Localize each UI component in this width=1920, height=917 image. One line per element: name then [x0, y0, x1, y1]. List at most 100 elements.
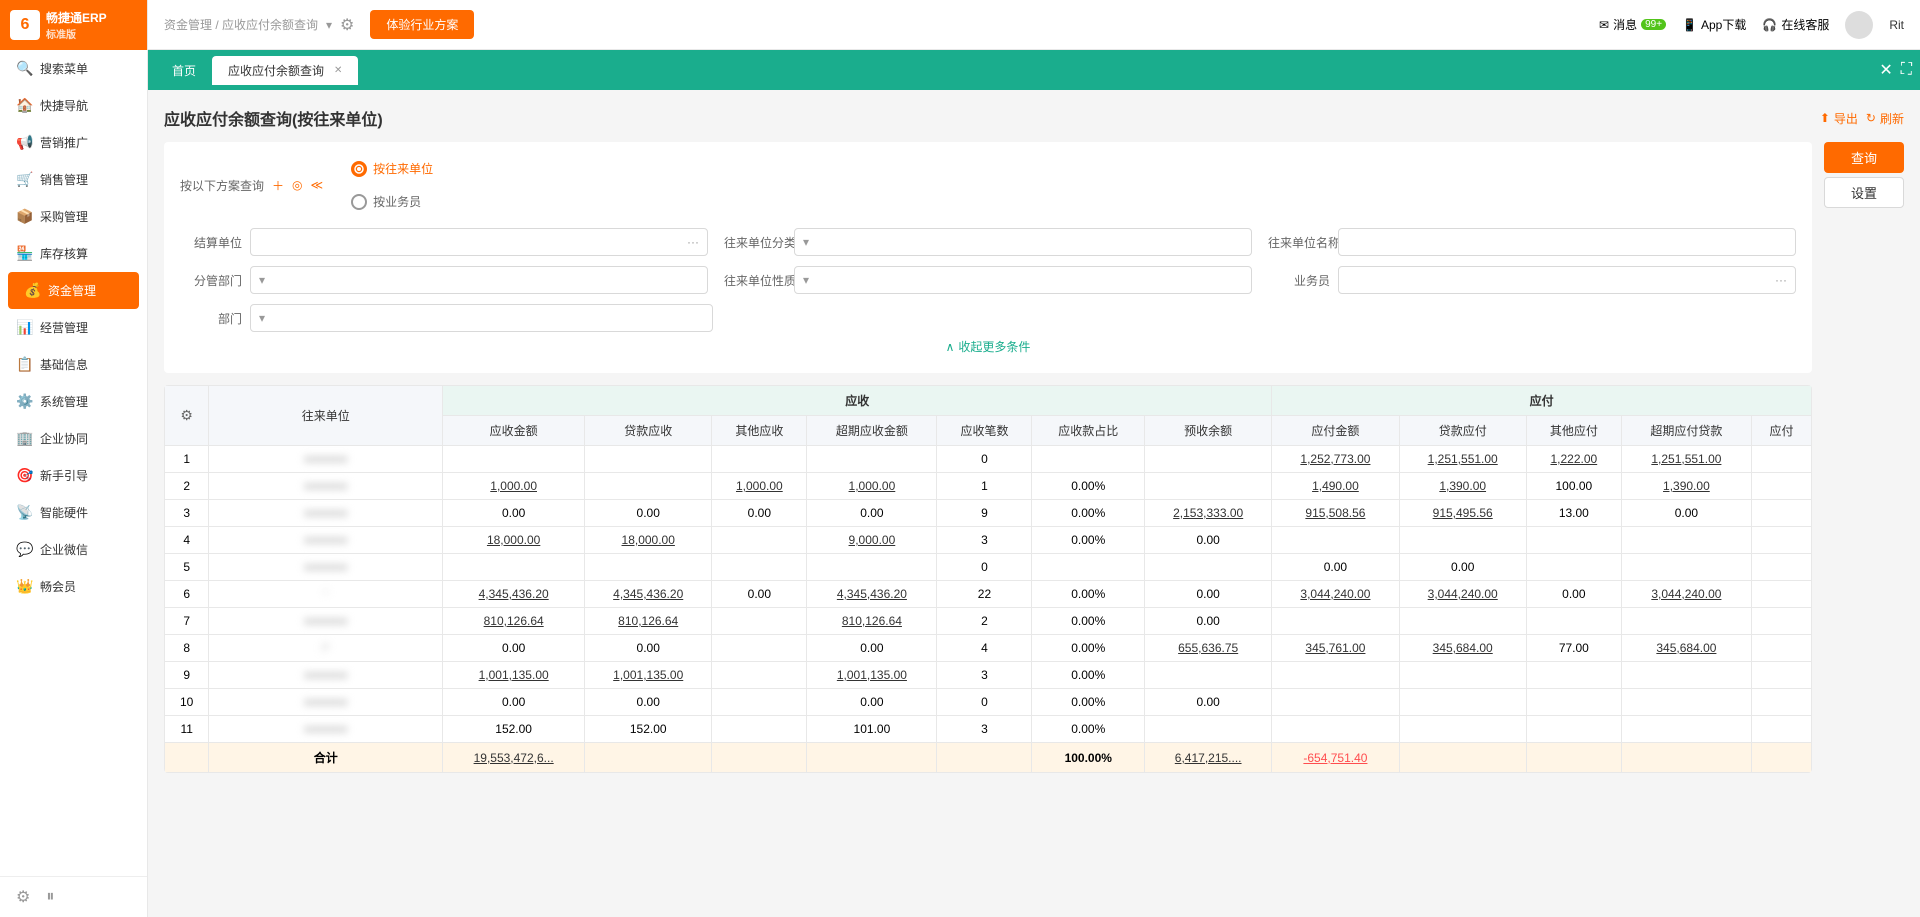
row-loan-receivable[interactable]: 4,345,436.20 [585, 581, 712, 608]
row-receivable-amount[interactable]: 18,000.00 [443, 527, 585, 554]
breadcrumb-dropdown-icon[interactable]: ▾ [326, 18, 332, 32]
settings-bottom-icon[interactable]: ⚙ [16, 887, 30, 907]
sidebar-item-enterprise[interactable]: 🏢 企业协同 [0, 420, 147, 457]
query-btn[interactable]: 查询 [1824, 142, 1904, 173]
sidebar-item-hardware[interactable]: 📡 智能硬件 [0, 494, 147, 531]
row-other-payable [1526, 554, 1621, 581]
row-overdue-payable[interactable]: 3,044,240.00 [1621, 581, 1751, 608]
filter-input-settlement[interactable]: ··· [250, 228, 708, 256]
table-row: 6^4,345,436.204,345,436.200.004,345,436.… [165, 581, 1812, 608]
row-overdue-receivable[interactable]: 4,345,436.20 [807, 581, 937, 608]
tab-bar-right: ✕ ⛶ [1879, 60, 1912, 80]
tab-close-icon[interactable]: ✕ [334, 65, 342, 76]
row-advance-balance[interactable]: 2,153,333.00 [1145, 500, 1272, 527]
app-download-btn[interactable]: 📱 App下载 [1682, 16, 1746, 33]
filter-select-subdept[interactable]: ▾ [250, 304, 713, 332]
user-avatar[interactable] [1845, 11, 1873, 39]
filter-collapse-btn[interactable]: ∧ 收起更多条件 [180, 332, 1796, 361]
filter-settings-icon[interactable]: ◎ [292, 178, 302, 192]
tab-home[interactable]: 首页 [156, 56, 212, 85]
row-payable-amount[interactable]: 345,761.00 [1272, 635, 1399, 662]
sidebar-item-member[interactable]: 👑 畅会员 [0, 568, 147, 605]
row-receivable-amount [443, 446, 585, 473]
row-num: 6 [165, 581, 209, 608]
row-loan-payable: 0.00 [1399, 554, 1526, 581]
row-receivable-amount[interactable]: 1,001,135.00 [443, 662, 585, 689]
sidebar-item-operation[interactable]: 📊 经营管理 [0, 309, 147, 346]
row-payable-amount[interactable]: 1,252,773.00 [1272, 446, 1399, 473]
filter-collapse-icon[interactable]: ≪ [311, 178, 324, 192]
row-loan-payable[interactable]: 1,390.00 [1399, 473, 1526, 500]
row-overdue-receivable[interactable]: 1,000.00 [807, 473, 937, 500]
sidebar-item-finance[interactable]: 💰 资金管理 [8, 272, 139, 309]
table-settings-icon[interactable]: ⚙ [180, 407, 193, 423]
sidebar-item-guide[interactable]: 🎯 新手引导 [0, 457, 147, 494]
sidebar-item-wechat[interactable]: 💬 企业微信 [0, 531, 147, 568]
row-payable-amount[interactable]: 1,490.00 [1272, 473, 1399, 500]
user-name[interactable]: Rit [1889, 18, 1904, 32]
row-receivable-amount[interactable]: 810,126.64 [443, 608, 585, 635]
filter-input-name[interactable] [1338, 228, 1796, 256]
row-overdue-receivable[interactable]: 810,126.64 [807, 608, 937, 635]
tab-fullscreen-icon[interactable]: ⛶ [1901, 61, 1912, 79]
row-other-receivable[interactable]: 1,000.00 [712, 473, 807, 500]
header-settings-icon[interactable]: ⚙ [340, 15, 354, 35]
online-service-btn[interactable]: 🎧 在线客服 [1762, 16, 1829, 33]
row-receivable-amount[interactable]: 1,000.00 [443, 473, 585, 500]
footer-advance-balance[interactable]: 6,417,215.... [1145, 743, 1272, 773]
sidebar-item-sales[interactable]: 🛒 销售管理 [0, 161, 147, 198]
set-btn[interactable]: 设置 [1824, 177, 1904, 208]
row-other-receivable [712, 689, 807, 716]
row-loan-payable[interactable]: 915,495.56 [1399, 500, 1526, 527]
row-other-payable: 13.00 [1526, 500, 1621, 527]
footer-payable-amount[interactable]: -654,751.40 [1272, 743, 1399, 773]
trial-btn[interactable]: 体验行业方案 [370, 10, 474, 39]
row-other-receivable [712, 527, 807, 554]
sidebar-item-purchase[interactable]: 📦 采购管理 [0, 198, 147, 235]
sub-menu-counterparty[interactable]: 按往来单位 [343, 154, 441, 183]
export-btn[interactable]: ⬆ 导出 [1820, 110, 1858, 127]
sidebar-item-basic[interactable]: 📋 基础信息 [0, 346, 147, 383]
tab-arbalance-label: 应收应付余额查询 [228, 62, 324, 79]
row-payable-amount[interactable]: 3,044,240.00 [1272, 581, 1399, 608]
sidebar-item-system[interactable]: ⚙️ 系统管理 [0, 383, 147, 420]
filter-input-salesperson[interactable]: ··· [1338, 266, 1796, 294]
sidebar-item-inventory[interactable]: 🏪 库存核算 [0, 235, 147, 272]
row-loan-payable[interactable]: 1,251,551.00 [1399, 446, 1526, 473]
sub-menu-counterparty-label: 按往来单位 [373, 160, 433, 177]
filter-select-nature[interactable]: ▾ [794, 266, 1252, 294]
row-receivable-amount[interactable]: 4,345,436.20 [443, 581, 585, 608]
footer-receivable-ratio: 100.00% [1032, 743, 1145, 773]
row-overdue-payable[interactable]: 1,251,551.00 [1621, 446, 1751, 473]
tab-close-window-icon[interactable]: ✕ [1879, 60, 1892, 80]
sidebar-item-quick-nav[interactable]: 🏠 快捷导航 [0, 87, 147, 124]
row-loan-receivable[interactable]: 1,001,135.00 [585, 662, 712, 689]
row-loan-payable[interactable]: 345,684.00 [1399, 635, 1526, 662]
row-overdue-receivable[interactable]: 9,000.00 [807, 527, 937, 554]
refresh-btn[interactable]: ↻ 刷新 [1866, 110, 1904, 127]
tab-arbalance[interactable]: 应收应付余额查询 ✕ [212, 56, 358, 85]
refresh-label: 刷新 [1880, 110, 1904, 127]
row-loan-payable[interactable]: 3,044,240.00 [1399, 581, 1526, 608]
filter-select-category[interactable]: ▾ [794, 228, 1252, 256]
sidebar-item-marketing[interactable]: 📢 营销推广 [0, 124, 147, 161]
collapse-sidebar-icon[interactable]: ⏸ [46, 888, 54, 906]
row-overdue-payable[interactable]: 1,390.00 [1621, 473, 1751, 500]
row-payable-amount[interactable]: 915,508.56 [1272, 500, 1399, 527]
filter-select-dept[interactable]: ▾ [250, 266, 708, 294]
footer-receivable-amount[interactable]: 19,553,472,6... [443, 743, 585, 773]
data-table: ⚙ 往来单位 应收 应付 应收金额 贷款应收 其他应收 超期应收金额 应收笔数 [164, 385, 1812, 773]
row-other-payable[interactable]: 1,222.00 [1526, 446, 1621, 473]
sidebar-item-search[interactable]: 🔍 搜索菜单 [0, 50, 147, 87]
footer-loan-receivable [585, 743, 712, 773]
row-loan-receivable[interactable]: 18,000.00 [585, 527, 712, 554]
row-loan-receivable[interactable]: 810,126.64 [585, 608, 712, 635]
message-btn[interactable]: ✉ 消息 99+ [1599, 16, 1666, 33]
sidebar-bottom: ⚙ ⏸ [0, 876, 147, 917]
row-advance-balance[interactable]: 655,636.75 [1145, 635, 1272, 662]
table-settings-header[interactable]: ⚙ [165, 386, 209, 446]
filter-add-icon[interactable]: ＋ [272, 177, 284, 194]
sub-menu-salesperson[interactable]: 按业务员 [343, 187, 441, 216]
row-overdue-payable[interactable]: 345,684.00 [1621, 635, 1751, 662]
row-overdue-receivable[interactable]: 1,001,135.00 [807, 662, 937, 689]
